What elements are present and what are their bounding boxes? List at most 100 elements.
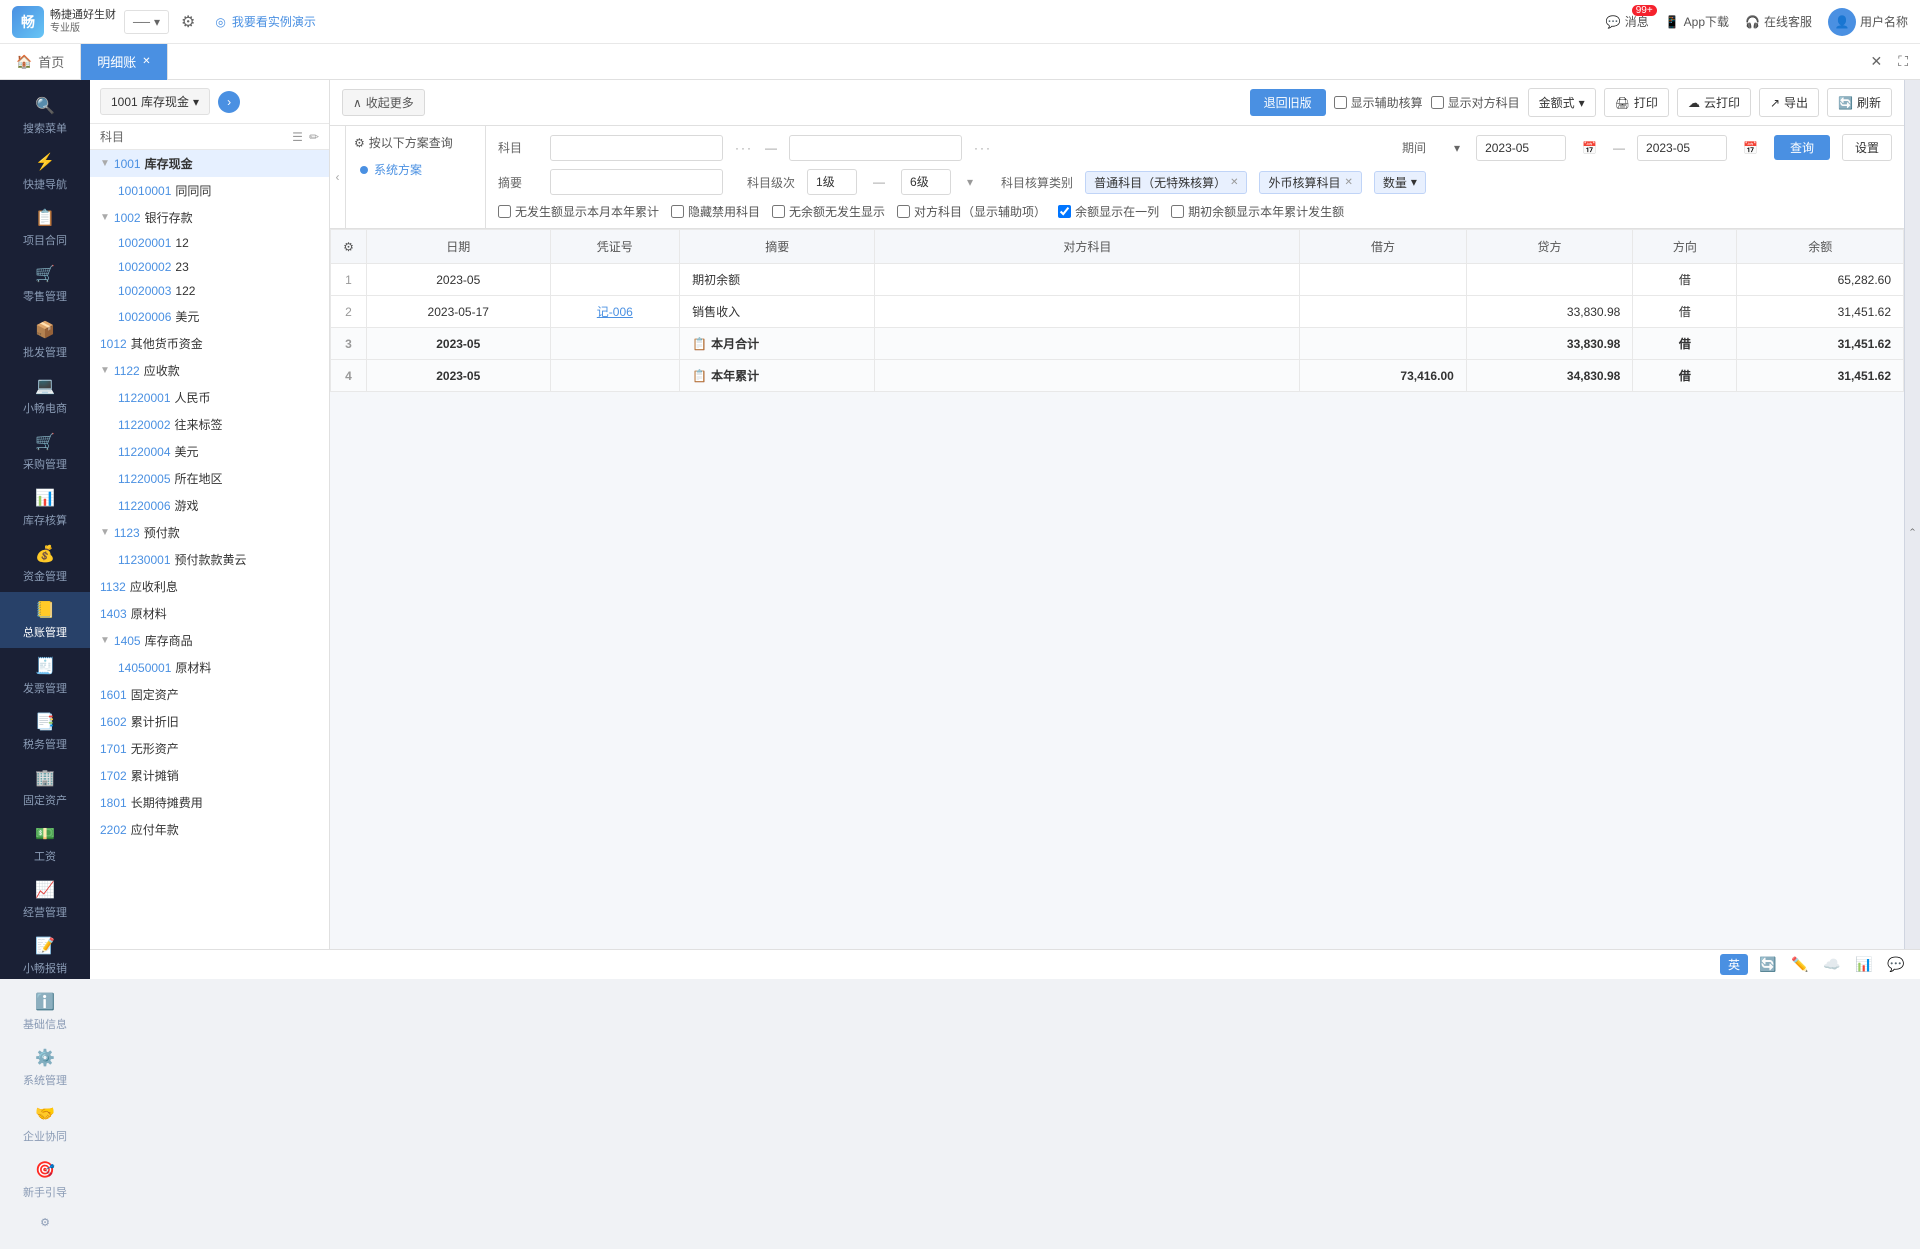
edit-icon[interactable]: ✏ [309,130,319,144]
list-icon[interactable]: ☰ [292,130,303,144]
refresh-btn[interactable]: 🔄 刷新 [1827,88,1892,117]
show-contra-checkbox[interactable] [1431,96,1444,109]
show-assist-checkbox[interactable] [1334,96,1347,109]
nav-item-report[interactable]: 📝 小畅报销 [0,928,90,984]
nav-item-tax[interactable]: 📑 税务管理 [0,704,90,760]
checkbox-show-contra[interactable]: 对方科目（显示辅助项） [897,203,1046,220]
nav-item-invoice[interactable]: 🧾 发票管理 [0,648,90,704]
cb-balance-one-col[interactable] [1058,205,1071,218]
level-end-select[interactable]: 6级 [901,169,951,195]
expand-window-btn[interactable]: ⛶ [1894,49,1912,74]
cb-hide-disabled[interactable] [671,205,684,218]
show-contra-check[interactable]: 显示对方科目 [1431,94,1520,111]
row-voucher[interactable]: 记-006 [550,296,680,328]
tab-detail[interactable]: 明细账 ✕ [81,44,167,80]
period-end-input[interactable]: 2023-05 [1637,135,1727,161]
tree-node-1403[interactable]: 1403 原材料 [90,600,329,627]
nav-item-guide[interactable]: 🎯 新手引导 [0,1152,90,1208]
user-avatar[interactable]: 👤 用户名称 [1828,8,1908,36]
export-btn[interactable]: ↗ 导出 [1759,88,1819,117]
nav-item-general[interactable]: 📒 总账管理 [0,592,90,648]
tree-node-2202[interactable]: 2202 应付年款 [90,816,329,843]
tree-node-11220006[interactable]: 11220006 游戏 [90,492,329,519]
nav-item-cooperation[interactable]: 🤝 企业协同 [0,1096,90,1152]
tree-node-10020001[interactable]: 10020001 12 [90,231,329,255]
online-service-btn[interactable]: 🎧 在线客服 [1745,13,1812,30]
checkbox-hide-disabled[interactable]: 隐藏禁用科目 [671,203,760,220]
tree-node-1001[interactable]: ▼ 1001 库存现金 [90,150,329,177]
cb-no-balance[interactable] [772,205,785,218]
th-settings[interactable]: ⚙ [331,230,367,264]
message-btn[interactable]: 💬 消息 99+ [1606,13,1649,30]
cb-no-amount[interactable] [498,205,511,218]
level-start-select[interactable]: 1级 [807,169,857,195]
settings-icon[interactable]: ⚙ [177,8,199,36]
tree-node-1701[interactable]: 1701 无形资产 [90,735,329,762]
filter-chevron[interactable]: ‹ [330,126,346,228]
filter-tag-2[interactable]: 数量 ▾ [1374,171,1426,194]
checkbox-balance-one-col[interactable]: 余额显示在一列 [1058,203,1159,220]
format-btn[interactable]: 金额式 ▾ [1528,88,1596,117]
tree-nav-next[interactable]: › [218,91,240,113]
nav-item-asset[interactable]: 🏢 固定资产 [0,760,90,816]
topbar-dropdown[interactable]: ── ▾ [124,10,169,34]
subject-input[interactable] [550,135,723,161]
checkbox-no-amount[interactable]: 无发生额显示本月本年累计 [498,203,659,220]
lang-btn[interactable]: 英 [1720,954,1748,975]
nav-item-system[interactable]: ⚙️ 系统管理 [0,1040,90,1096]
tree-node-1405[interactable]: ▼ 1405 库存商品 [90,627,329,654]
tree-node-1002[interactable]: ▼ 1002 银行存款 [90,204,329,231]
tab-close-icon[interactable]: ✕ [142,56,150,67]
tree-header-btn[interactable]: 1001 库存现金 ▾ [100,88,210,115]
tree-node-11220001[interactable]: 11220001 人民币 [90,384,329,411]
tree-node-11220004[interactable]: 11220004 美元 [90,438,329,465]
nav-item-inventory[interactable]: 📊 库存核算 [0,480,90,536]
bottom-icon-message[interactable]: 💬 [1884,953,1908,977]
nav-item-quick[interactable]: ⚡ 快捷导航 [0,144,90,200]
tree-node-10020003[interactable]: 10020003 122 [90,279,329,303]
nav-item-basic[interactable]: ℹ️ 基础信息 [0,984,90,1040]
cb-opening-balance[interactable] [1171,205,1184,218]
nav-item-capital[interactable]: 💰 资金管理 [0,536,90,592]
voucher-link[interactable]: 记-006 [597,305,633,319]
nav-item-retail[interactable]: 🛒 零售管理 [0,256,90,312]
nav-settings-btn[interactable]: ⚙ [40,1208,50,1237]
nav-item-purchase[interactable]: 🛒 采购管理 [0,424,90,480]
query-btn[interactable]: 查询 [1774,135,1830,160]
period-start-input[interactable]: 2023-05 [1476,135,1566,161]
nav-item-wholesale[interactable]: 📦 批发管理 [0,312,90,368]
bottom-icon-edit[interactable]: ✏️ [1788,953,1812,977]
tree-node-1801[interactable]: 1801 长期待摊费用 [90,789,329,816]
close-window-btn[interactable]: ✕ [1866,49,1886,74]
tree-node-1122[interactable]: ▼ 1122 应收款 [90,357,329,384]
nav-item-operation[interactable]: 📈 经营管理 [0,872,90,928]
tree-node-1132[interactable]: 1132 应收利息 [90,573,329,600]
nav-item-search[interactable]: 🔍 搜索菜单 [0,88,90,144]
tree-node-1702[interactable]: 1702 累计摊销 [90,762,329,789]
cloud-print-btn[interactable]: ☁ 云打印 [1677,88,1751,117]
bottom-icon-cloud[interactable]: ☁️ [1820,953,1844,977]
checkbox-no-balance[interactable]: 无余额无发生显示 [772,203,885,220]
demo-link[interactable]: ◎ 我要看实例演示 [215,13,316,30]
tree-node-10020006[interactable]: 10020006 美元 [90,303,329,330]
tree-node-1602[interactable]: 1602 累计折旧 [90,708,329,735]
back-old-version-btn[interactable]: 退回旧版 [1250,89,1326,116]
tab-home[interactable]: 🏠 首页 [0,44,81,80]
tree-node-1012[interactable]: 1012 其他货币资金 [90,330,329,357]
bottom-icon-chart[interactable]: 📊 [1852,953,1876,977]
print-btn[interactable]: 🖨 打印 [1604,88,1669,117]
cb-show-contra[interactable] [897,205,910,218]
tree-node-14050001[interactable]: 14050001 原材料 [90,654,329,681]
collapse-btn[interactable]: ∧ 收起更多 [342,89,425,116]
nav-item-salary[interactable]: 💵 工资 [0,816,90,872]
tag-close-0[interactable]: ✕ [1230,177,1238,188]
show-assist-check[interactable]: 显示辅助核算 [1334,94,1423,111]
tag-close-1[interactable]: ✕ [1344,177,1352,188]
summary-input[interactable] [550,169,723,195]
app-download-btn[interactable]: 📱 App下载 [1665,13,1729,30]
filter-system-scheme[interactable]: 系统方案 [354,157,477,182]
tree-node-1601[interactable]: 1601 固定资产 [90,681,329,708]
nav-item-ecommerce[interactable]: 💻 小畅电商 [0,368,90,424]
checkbox-opening-balance[interactable]: 期初余额显示本年累计发生额 [1171,203,1344,220]
tree-node-10020002[interactable]: 10020002 23 [90,255,329,279]
